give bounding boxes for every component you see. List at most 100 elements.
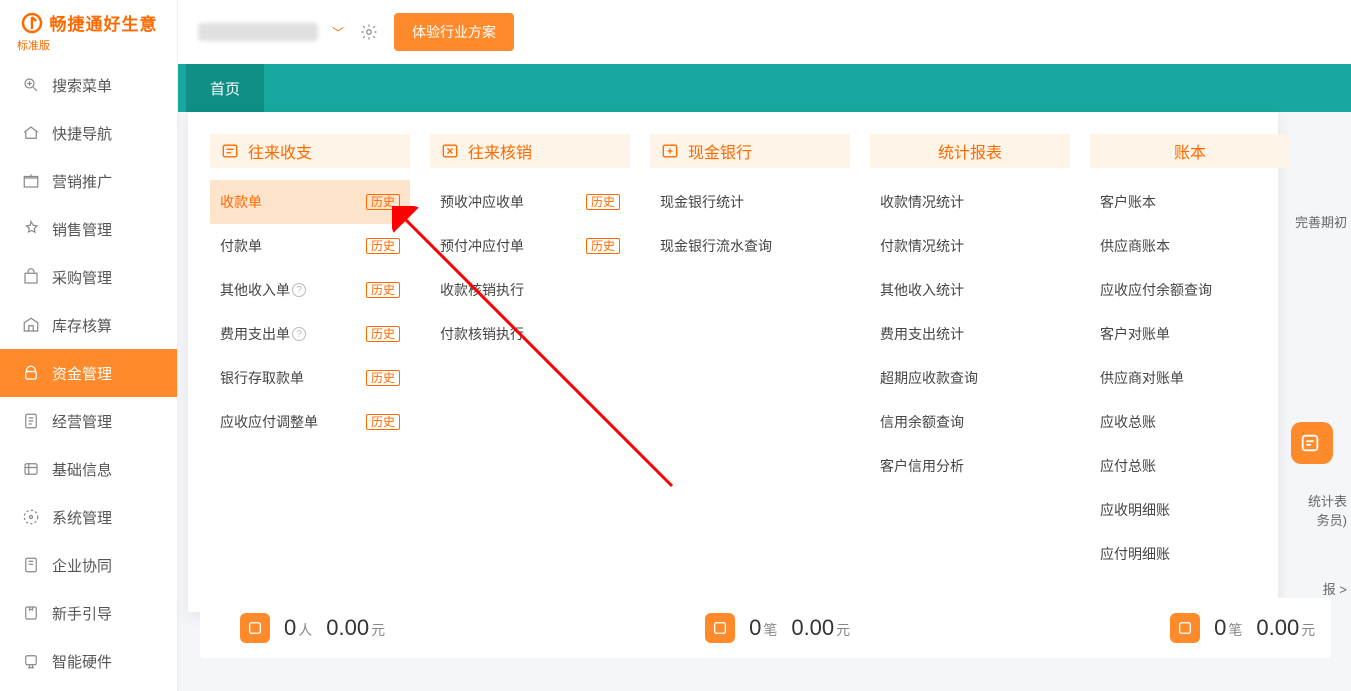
mega-item-label: 其他收入单?: [220, 280, 306, 300]
mega-col-header: 往来核销: [430, 134, 630, 168]
mega-item[interactable]: 费用支出统计: [870, 312, 1070, 356]
sidebar-item-base[interactable]: 基础信息: [0, 445, 177, 493]
sidebar-item-sales[interactable]: 销售管理: [0, 205, 177, 253]
mega-item-label: 付款单: [220, 236, 262, 256]
mega-item-label: 费用支出统计: [880, 324, 964, 344]
mega-item-label: 应付明细账: [1100, 544, 1170, 564]
mega-item-label: 收款核销执行: [440, 280, 524, 300]
mega-item[interactable]: 预付冲应付单 历史: [430, 224, 630, 268]
mega-item[interactable]: 现金银行流水查询: [650, 224, 850, 268]
mega-item[interactable]: 应收应付余额查询: [1090, 268, 1290, 312]
mega-item[interactable]: 收款单 历史: [210, 180, 410, 224]
sidebar-item-hardware[interactable]: 智能硬件: [0, 637, 177, 685]
mega-col-title: 往来收支: [248, 139, 312, 163]
mega-item-label: 超期应收款查询: [880, 368, 978, 388]
mega-item[interactable]: 客户信用分析: [870, 444, 1070, 488]
hardware-icon: [22, 652, 40, 670]
mega-item[interactable]: 费用支出单? 历史: [210, 312, 410, 356]
history-badge[interactable]: 历史: [586, 238, 620, 254]
mega-item[interactable]: 预收冲应收单 历史: [430, 180, 630, 224]
sidebar-item-quicknav[interactable]: 快捷导航: [0, 109, 177, 157]
right-text-4[interactable]: 报 >: [1281, 579, 1351, 598]
help-icon[interactable]: ?: [292, 327, 306, 341]
stat-amount: 0.00元: [791, 615, 850, 641]
sidebar-item-system[interactable]: 系统管理: [0, 493, 177, 541]
system-icon: [22, 508, 40, 526]
help-icon[interactable]: ?: [292, 283, 306, 297]
sidebar-item-label: 采购管理: [52, 267, 112, 288]
mega-item[interactable]: 供应商对账单: [1090, 356, 1290, 400]
mega-item-label: 应收应付余额查询: [1100, 280, 1212, 300]
mega-item-label: 付款核销执行: [440, 324, 524, 344]
mega-item[interactable]: 信用余额查询: [870, 400, 1070, 444]
mega-item-label: 应收应付调整单: [220, 412, 318, 432]
mega-item-label: 收款单: [220, 192, 262, 212]
base-icon: [22, 460, 40, 478]
stat-block-0: 0人0.00元: [240, 613, 385, 643]
mega-item[interactable]: 现金银行统计: [650, 180, 850, 224]
stat-icon: [240, 613, 270, 643]
mega-item-label: 费用支出单?: [220, 324, 306, 344]
history-badge[interactable]: 历史: [366, 194, 400, 210]
mega-col-title: 账本: [1174, 139, 1206, 163]
mega-col-0: 往来收支收款单历史付款单历史其他收入单?历史费用支出单?历史银行存取款单历史应收…: [210, 134, 410, 602]
mega-item[interactable]: 其他收入单? 历史: [210, 268, 410, 312]
mega-col-3: 统计报表收款情况统计付款情况统计其他收入统计费用支出统计超期应收款查询信用余额查…: [870, 134, 1070, 602]
stat-icon: [1170, 613, 1200, 643]
history-badge[interactable]: 历史: [366, 326, 400, 342]
mega-item[interactable]: 客户对账单: [1090, 312, 1290, 356]
sidebar-item-label: 智能硬件: [52, 651, 112, 672]
sidebar-item-guide[interactable]: 新手引导: [0, 589, 177, 637]
sidebar-nav: 搜索菜单快捷导航营销推广销售管理采购管理库存核算资金管理经营管理基础信息系统管理…: [0, 61, 177, 685]
sidebar-item-biz[interactable]: 经营管理: [0, 397, 177, 445]
sidebar-item-purchase[interactable]: 采购管理: [0, 253, 177, 301]
mega-col-header: 账本: [1090, 134, 1290, 168]
mega-col-title: 统计报表: [938, 139, 1002, 163]
sidebar-item-label: 系统管理: [52, 507, 112, 528]
mega-item-label: 应收明细账: [1100, 500, 1170, 520]
sales-icon: [22, 220, 40, 238]
right-badge-icon[interactable]: [1291, 422, 1333, 464]
sidebar-item-collab[interactable]: 企业协同: [0, 541, 177, 589]
mega-item-label: 供应商对账单: [1100, 368, 1184, 388]
sidebar-item-marketing[interactable]: 营销推广: [0, 157, 177, 205]
mega-item[interactable]: 应收明细账: [1090, 488, 1290, 532]
history-badge[interactable]: 历史: [366, 282, 400, 298]
history-badge[interactable]: 历史: [366, 414, 400, 430]
mega-item[interactable]: 其他收入统计: [870, 268, 1070, 312]
settings-button[interactable]: [360, 23, 378, 41]
mega-item[interactable]: 银行存取款单历史: [210, 356, 410, 400]
tab-home[interactable]: 首页: [186, 64, 264, 112]
mega-item-label: 预收冲应收单: [440, 192, 524, 212]
mega-item[interactable]: 客户账本: [1090, 180, 1290, 224]
history-badge[interactable]: 历史: [366, 370, 400, 386]
mega-item[interactable]: 超期应收款查询: [870, 356, 1070, 400]
mega-item-label: 现金银行统计: [660, 192, 744, 212]
mega-item[interactable]: 收款核销执行: [430, 268, 630, 312]
sidebar: 畅捷通好生意 标准版 搜索菜单快捷导航营销推广销售管理采购管理库存核算资金管理经…: [0, 0, 178, 691]
brand-subtitle: 标准版: [17, 37, 50, 53]
mega-item[interactable]: 付款情况统计: [870, 224, 1070, 268]
industry-plan-button[interactable]: 体验行业方案: [394, 13, 514, 51]
mega-item-label: 客户账本: [1100, 192, 1156, 212]
mega-item-label: 客户对账单: [1100, 324, 1170, 344]
history-badge[interactable]: 历史: [586, 194, 620, 210]
stat-block-1: 0笔0.00元: [705, 613, 850, 643]
sidebar-item-label: 营销推广: [52, 171, 112, 192]
mega-item-label: 预付冲应付单: [440, 236, 524, 256]
sidebar-item-label: 搜索菜单: [52, 75, 112, 96]
mega-item[interactable]: 付款核销执行: [430, 312, 630, 356]
sidebar-item-inventory[interactable]: 库存核算: [0, 301, 177, 349]
mega-item[interactable]: 应付总账: [1090, 444, 1290, 488]
collab-icon: [22, 556, 40, 574]
sidebar-item-funds[interactable]: 资金管理: [0, 349, 177, 397]
mega-item[interactable]: 收款情况统计: [870, 180, 1070, 224]
mega-item[interactable]: 应收总账: [1090, 400, 1290, 444]
sidebar-item-search[interactable]: 搜索菜单: [0, 61, 177, 109]
mega-item[interactable]: 付款单 历史: [210, 224, 410, 268]
mega-item[interactable]: 应付明细账: [1090, 532, 1290, 576]
mega-item[interactable]: 应收应付调整单 历史: [210, 400, 410, 444]
mega-item[interactable]: 供应商账本: [1090, 224, 1290, 268]
org-selector[interactable]: ﹀: [198, 23, 344, 41]
history-badge[interactable]: 历史: [366, 238, 400, 254]
